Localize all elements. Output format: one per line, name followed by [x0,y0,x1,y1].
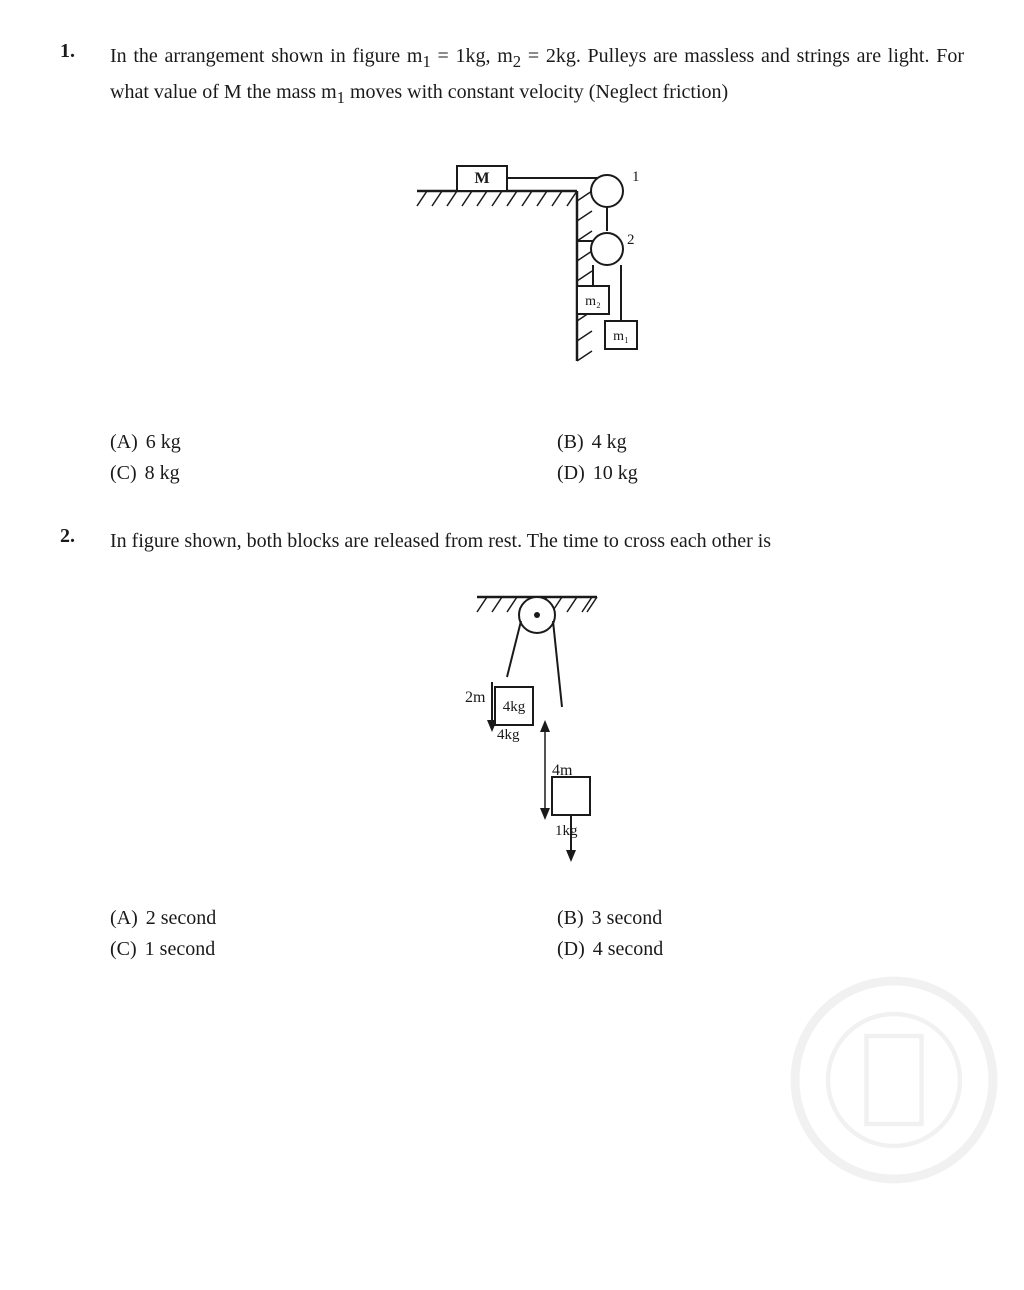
question-1: 1. In the arrangement shown in figure m1… [60,40,964,485]
q1-option-c-value: 8 kg [145,462,180,485]
q1-option-c-label: (C) [110,462,137,485]
q1-content: In the arrangement shown in figure m1 = … [110,40,964,485]
svg-text:4kg: 4kg [503,699,526,715]
q2-number: 2. [60,525,110,961]
q1-text: In the arrangement shown in figure m1 = … [110,40,964,111]
q1-option-d-value: 10 kg [593,462,638,485]
svg-text:m₁: m₁ [613,329,629,344]
svg-text:1: 1 [632,169,640,185]
q2-option-b-label: (B) [557,907,584,930]
q1-option-b-label: (B) [557,431,584,454]
q1-option-d-label: (D) [557,462,585,485]
q2-option-c: (C) 1 second [110,938,517,961]
q2-text: In figure shown, both blocks are release… [110,525,964,557]
svg-text:4kg: 4kg [497,727,520,743]
q2-option-d-label: (D) [557,938,585,961]
q1-option-a-label: (A) [110,431,138,454]
q1-option-b-value: 4 kg [592,431,627,454]
svg-text:2: 2 [627,232,635,248]
diagram-1-svg: M 1 2 m₂ m₁ [377,131,697,411]
q1-options: (A) 6 kg (B) 4 kg (C) 8 kg (D) 10 kg [110,431,964,485]
diagram-2: 2m 4kg 4kg 4m [110,577,964,887]
watermark [784,970,1004,1190]
q2-option-a-label: (A) [110,907,138,930]
q2-content: In figure shown, both blocks are release… [110,525,964,961]
q1-option-d: (D) 10 kg [557,462,964,485]
q2-option-d: (D) 4 second [557,938,964,961]
svg-text:2m: 2m [465,689,486,706]
q2-option-c-label: (C) [110,938,137,961]
q1-option-c: (C) 8 kg [110,462,517,485]
q2-option-d-value: 4 second [593,938,664,961]
diagram-1: M 1 2 m₂ m₁ [110,131,964,411]
q2-option-b-value: 3 second [592,907,663,930]
q2-option-a-value: 2 second [146,907,217,930]
svg-text:1kg: 1kg [555,823,578,839]
q2-option-c-value: 1 second [145,938,216,961]
diagram-2-svg: 2m 4kg 4kg 4m [397,577,677,887]
q2-option-a: (A) 2 second [110,907,517,930]
question-2: 2. In figure shown, both blocks are rele… [60,525,964,961]
svg-text:4m: 4m [552,762,573,779]
q1-option-a-value: 6 kg [146,431,181,454]
q2-option-b: (B) 3 second [557,907,964,930]
svg-text:m₂: m₂ [585,294,601,309]
q1-option-a: (A) 6 kg [110,431,517,454]
q1-number: 1. [60,40,110,485]
q1-option-b: (B) 4 kg [557,431,964,454]
svg-text:M: M [474,170,489,187]
q2-options: (A) 2 second (B) 3 second (C) 1 second (… [110,907,964,961]
